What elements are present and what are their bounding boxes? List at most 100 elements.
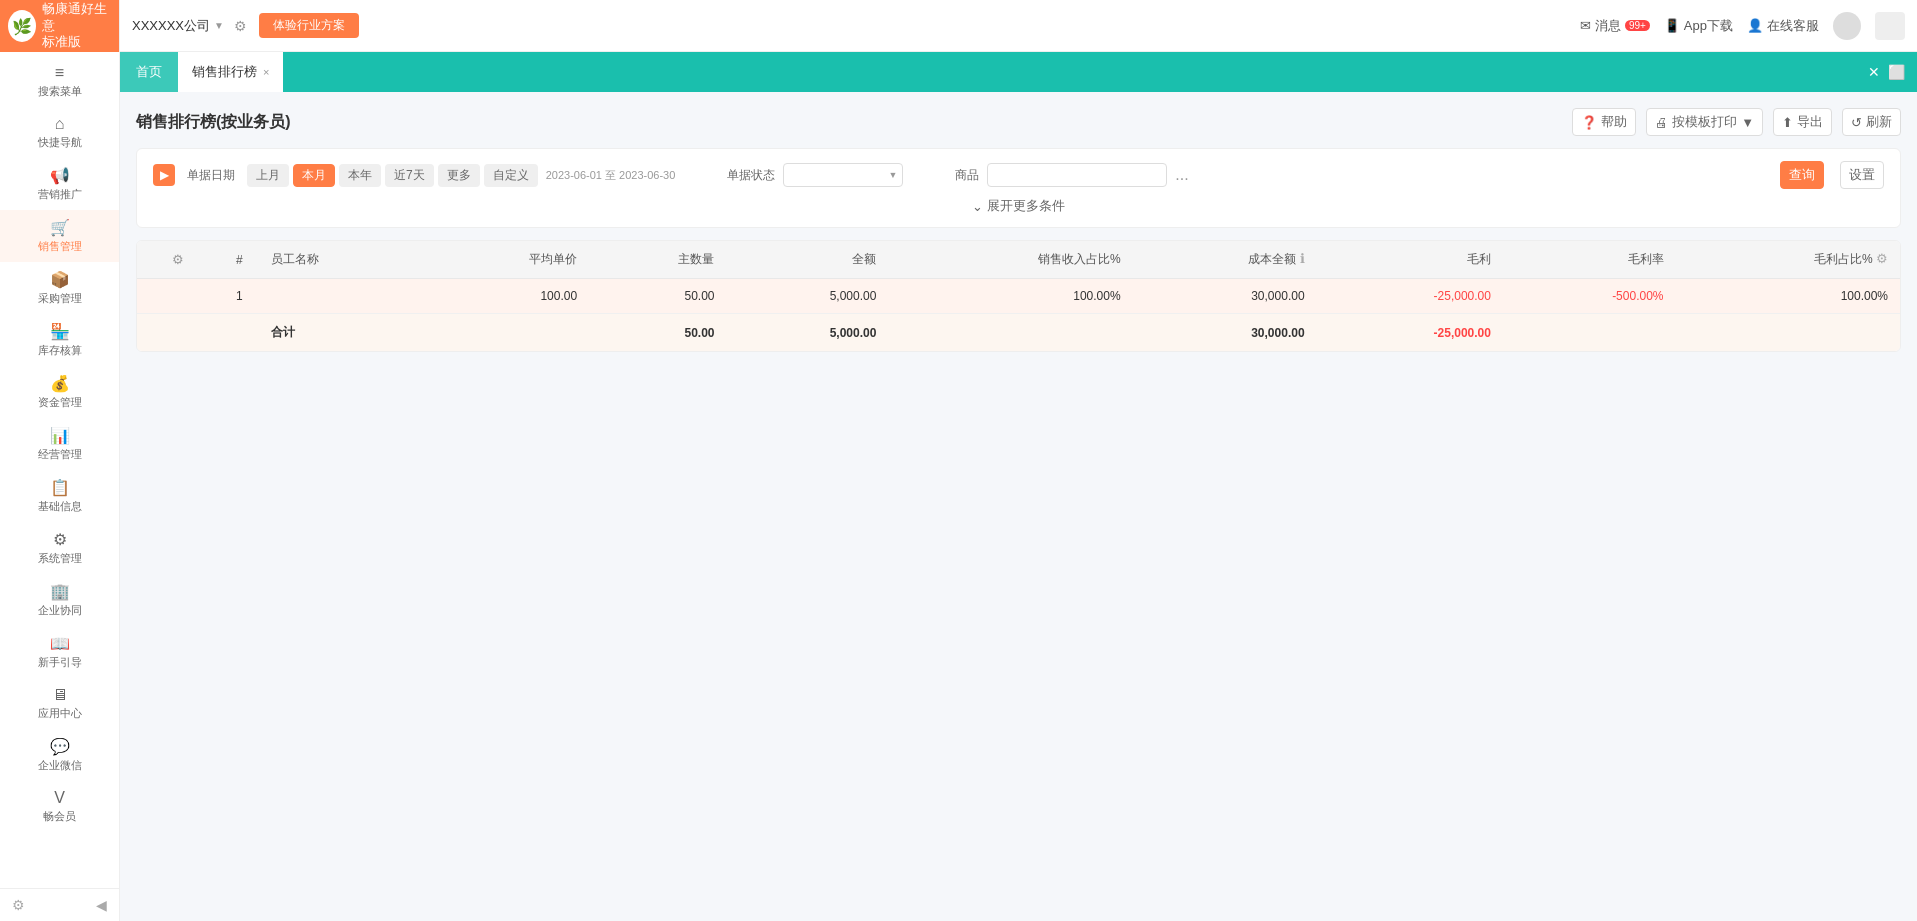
footer-gross: -25,000.00: [1317, 314, 1503, 352]
sidebar-item-apps[interactable]: 🖥 应用中心: [0, 678, 119, 729]
table-footer: 合计 50.00 5,000.00 30,000.00 -25,000.00: [137, 314, 1900, 352]
cell-gross-0: -25,000.00: [1317, 279, 1503, 314]
sidebar-item-finance[interactable]: 💰 资金管理: [0, 366, 119, 418]
message-badge: 99+: [1625, 20, 1650, 31]
sidebar-icon-finance: 💰: [50, 374, 70, 393]
cell-rank-0: 1: [219, 279, 259, 314]
tab-sales-ranking[interactable]: 销售排行榜 ×: [178, 52, 283, 92]
tab-close-icon[interactable]: ×: [263, 66, 269, 78]
company-dropdown-arrow: ▼: [214, 20, 224, 31]
message-action[interactable]: ✉ 消息 99+: [1580, 17, 1650, 35]
sales-table: ⚙ # 员工名称 平均单价 主数量 全额 销售收入占比% 成本全额 ℹ 毛利 毛…: [137, 241, 1900, 351]
filter-this-year[interactable]: 本年: [339, 164, 381, 187]
print-label: 按模板打印: [1672, 113, 1737, 131]
window-max-icon[interactable]: ⬜: [1888, 64, 1905, 80]
sidebar-item-wechat[interactable]: 💬 企业微信: [0, 729, 119, 781]
sidebar-icon-guide: 📖: [50, 634, 70, 653]
footer-cost: 30,000.00: [1133, 314, 1317, 352]
sidebar-icon-operations: 📊: [50, 426, 70, 445]
user-name-area[interactable]: [1875, 12, 1905, 40]
gross-pct-info-icon[interactable]: ⚙: [1876, 251, 1888, 266]
sidebar-item-system[interactable]: ⚙ 系统管理: [0, 522, 119, 574]
sidebar-label-base: 基础信息: [38, 499, 82, 514]
refresh-btn[interactable]: ↺ 刷新: [1842, 108, 1901, 136]
footer-empty-sales-pct: [888, 314, 1132, 352]
refresh-icon: ↺: [1851, 115, 1862, 130]
help-label: 帮助: [1601, 113, 1627, 131]
table-row: 1 100.00 50.00 5,000.00 100.00% 30,000.0…: [137, 279, 1900, 314]
sidebar-item-shortcut[interactable]: ⌂ 快捷导航: [0, 107, 119, 158]
online-service-action[interactable]: 👤 在线客服: [1747, 17, 1819, 35]
footer-empty-gross-rate: [1503, 314, 1676, 352]
filter-expand-icon[interactable]: ▶: [153, 164, 175, 186]
user-avatar[interactable]: [1833, 12, 1861, 40]
sidebar-label-purchase: 采购管理: [38, 291, 82, 306]
service-icon: 👤: [1747, 18, 1763, 33]
trial-btn[interactable]: 体验行业方案: [259, 13, 359, 38]
sidebar-icon-enterprise: 🏢: [50, 582, 70, 601]
page-title: 销售排行榜(按业务员): [136, 112, 291, 133]
sidebar-label-inventory: 库存核算: [38, 343, 82, 358]
company-selector[interactable]: XXXXXX公司 ▼: [132, 17, 224, 35]
filter-prev-month[interactable]: 上月: [247, 164, 289, 187]
topbar-actions: ✉ 消息 99+ 📱 App下载 👤 在线客服: [1580, 12, 1905, 40]
sidebar-label-enterprise: 企业协同: [38, 603, 82, 618]
footer-empty-settings: [137, 314, 219, 352]
filter-custom[interactable]: 自定义: [484, 164, 538, 187]
filter-date-label: 单据日期: [187, 167, 235, 184]
sidebar-settings-icon[interactable]: ⚙: [12, 897, 25, 913]
filter-this-month[interactable]: 本月: [293, 164, 335, 187]
sidebar-icon-shortcut: ⌂: [55, 115, 65, 133]
filter-goods-dots[interactable]: ...: [1175, 166, 1188, 184]
query-btn[interactable]: 查询: [1780, 161, 1824, 189]
topbar: XXXXXX公司 ▼ ⚙ 体验行业方案 ✉ 消息 99+ 📱 App下载 👤 在…: [120, 0, 1917, 52]
export-btn[interactable]: ⬆ 导出: [1773, 108, 1832, 136]
sidebar-footer: ⚙ ◀: [0, 888, 119, 921]
filter-goods-input[interactable]: [987, 163, 1167, 187]
company-name: XXXXXX公司: [132, 17, 210, 35]
filter-row-1: ▶ 单据日期 上月 本月 本年 近7天 更多 自定义 2023-06-01 至 …: [153, 161, 1884, 189]
sidebar-item-guide[interactable]: 📖 新手引导: [0, 626, 119, 678]
settings-btn[interactable]: 设置: [1840, 161, 1884, 189]
window-min-icon[interactable]: ✕: [1868, 64, 1880, 80]
cell-settings-0: [137, 279, 219, 314]
print-btn[interactable]: 🖨 按模板打印 ▼: [1646, 108, 1763, 136]
app-download-action[interactable]: 📱 App下载: [1664, 17, 1733, 35]
table-settings-icon[interactable]: ⚙: [172, 252, 184, 267]
footer-amount: 5,000.00: [726, 314, 888, 352]
expand-more-btn[interactable]: ⌄ 展开更多条件: [972, 197, 1065, 215]
sidebar-label-apps: 应用中心: [38, 706, 82, 721]
cell-gross-rate-0: -500.00%: [1503, 279, 1676, 314]
sidebar-item-operations[interactable]: 📊 经营管理: [0, 418, 119, 470]
table-footer-row: 合计 50.00 5,000.00 30,000.00 -25,000.00: [137, 314, 1900, 352]
print-icon: 🖨: [1655, 115, 1668, 130]
sidebar-item-inventory[interactable]: 🏪 库存核算: [0, 314, 119, 366]
sidebar-item-member[interactable]: V 畅会员: [0, 781, 119, 832]
footer-empty-avg: [424, 314, 589, 352]
sidebar-item-marketing[interactable]: 📢 营销推广: [0, 158, 119, 210]
sidebar-icon-inventory: 🏪: [50, 322, 70, 341]
cost-info-icon[interactable]: ℹ: [1300, 251, 1305, 266]
sidebar-item-base[interactable]: 📋 基础信息: [0, 470, 119, 522]
filter-status-select[interactable]: [783, 163, 903, 187]
th-settings[interactable]: ⚙: [137, 241, 219, 279]
filter-status-group: 单据状态: [727, 163, 903, 187]
filter-last-7days[interactable]: 近7天: [385, 164, 434, 187]
filter-bar: ▶ 单据日期 上月 本月 本年 近7天 更多 自定义 2023-06-01 至 …: [136, 148, 1901, 228]
filter-more[interactable]: 更多: [438, 164, 480, 187]
sidebar-item-enterprise[interactable]: 🏢 企业协同: [0, 574, 119, 626]
refresh-label: 刷新: [1866, 113, 1892, 131]
sidebar-item-search[interactable]: ≡ 搜索菜单: [0, 56, 119, 107]
print-dropdown-icon: ▼: [1741, 115, 1754, 130]
th-sales-pct: 销售收入占比%: [888, 241, 1132, 279]
filter-status-label: 单据状态: [727, 167, 775, 184]
sidebar: 🌿 畅康通好生意 标准版 ≡ 搜索菜单 ⌂ 快捷导航 📢 营销推广 🛒 销售管理…: [0, 0, 120, 921]
topbar-gear-icon[interactable]: ⚙: [234, 18, 247, 34]
sidebar-collapse-icon[interactable]: ◀: [96, 897, 107, 913]
help-btn[interactable]: ❓ 帮助: [1572, 108, 1636, 136]
filter-row-2: ⌄ 展开更多条件: [153, 197, 1884, 215]
tab-home[interactable]: 首页: [120, 52, 178, 92]
sidebar-item-sales[interactable]: 🛒 销售管理: [0, 210, 119, 262]
sidebar-item-purchase[interactable]: 📦 采购管理: [0, 262, 119, 314]
sidebar-icon-member: V: [54, 789, 65, 807]
